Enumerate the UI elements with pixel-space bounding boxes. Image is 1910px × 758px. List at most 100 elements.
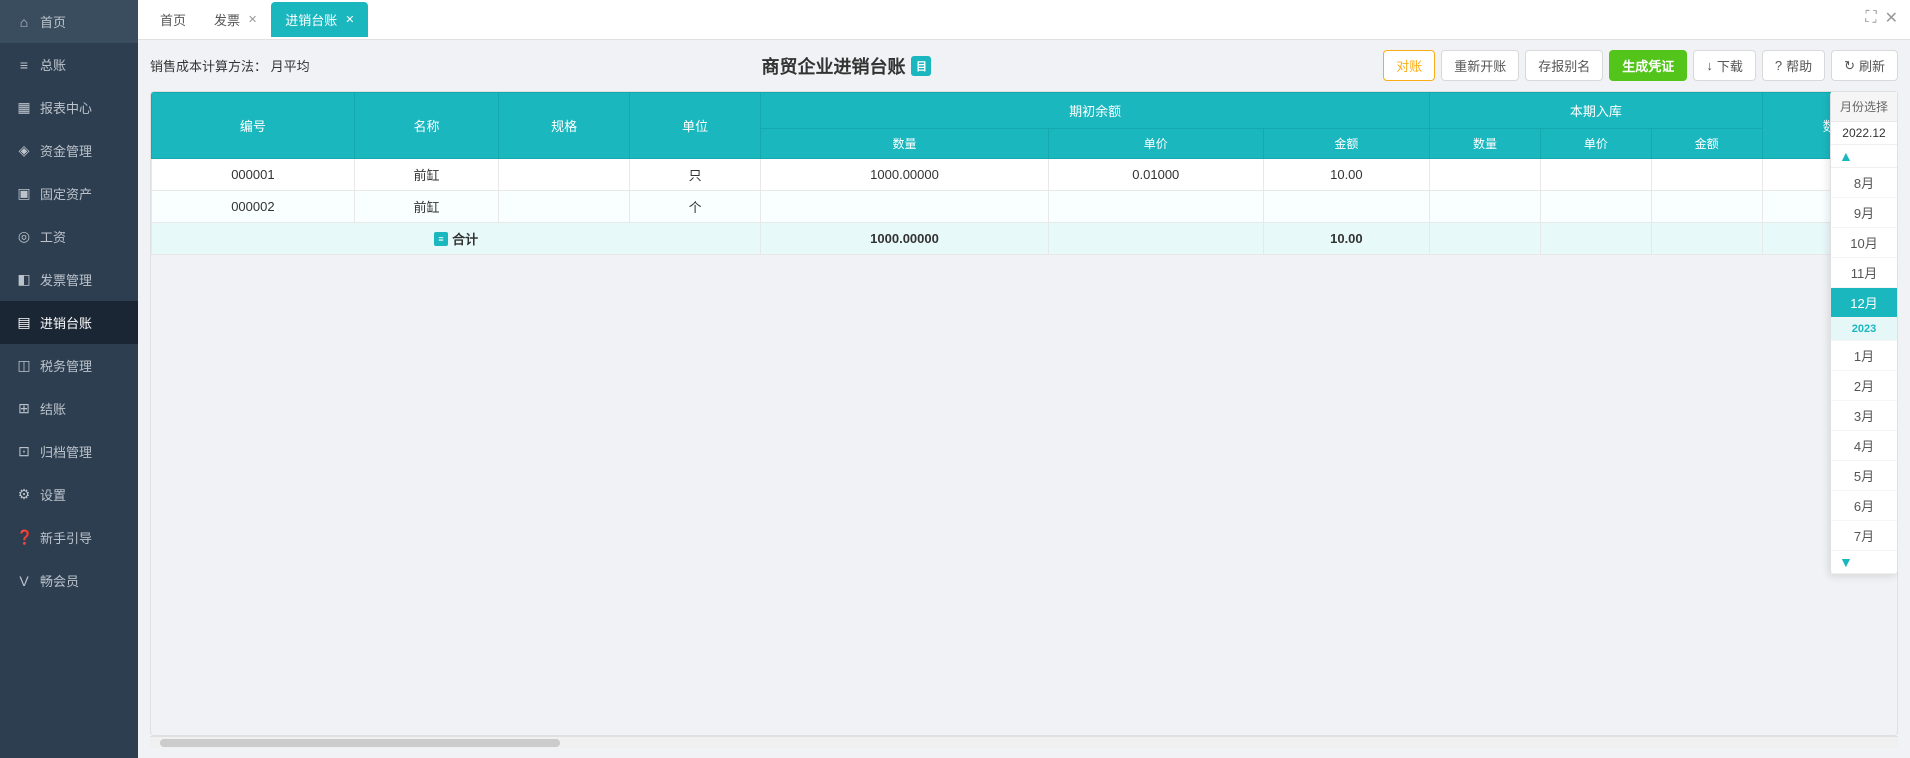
sidebar-item-invoice[interactable]: ◧ 发票管理 bbox=[0, 258, 138, 301]
sidebar-item-guide[interactable]: ❓ 新手引导 bbox=[0, 516, 138, 559]
window-close-button[interactable]: ✕ bbox=[1885, 8, 1898, 28]
total-icon: ≡ bbox=[434, 232, 448, 246]
sidebar: ⌂ 首页 ≡ 总账 ▦ 报表中心 ◈ 资金管理 ▣ 固定资产 ◎ 工资 ◧ 发票… bbox=[0, 0, 138, 758]
col-name: 名称 bbox=[354, 93, 498, 159]
download-label: 下载 bbox=[1717, 56, 1743, 75]
month-nav-down-arrow[interactable]: ▼ bbox=[1837, 553, 1855, 571]
sidebar-item-label: 税务管理 bbox=[40, 356, 92, 375]
sidebar-item-label: 归档管理 bbox=[40, 442, 92, 461]
payroll-icon: ◎ bbox=[16, 228, 32, 245]
month-item-3[interactable]: 3月 bbox=[1831, 401, 1897, 431]
sub-col-in-qty: 数量 bbox=[1430, 129, 1541, 159]
help-icon: ? bbox=[1775, 58, 1782, 73]
sidebar-item-member[interactable]: V 畅会员 bbox=[0, 559, 138, 602]
tab-ledger-label: 进销台账 bbox=[285, 10, 337, 29]
month-item-4[interactable]: 4月 bbox=[1831, 431, 1897, 461]
month-item-9[interactable]: 9月 bbox=[1831, 198, 1897, 228]
refresh-label: 刷新 bbox=[1859, 56, 1885, 75]
tab-invoice-label: 发票 bbox=[214, 10, 240, 29]
data-table: 编号 名称 规格 单位 期初余额 本期入库 数 数量 单价 金额 数 bbox=[151, 92, 1897, 255]
sidebar-item-label: 发票管理 bbox=[40, 270, 92, 289]
sidebar-item-label: 资金管理 bbox=[40, 141, 92, 160]
sidebar-item-fixed-assets[interactable]: ▣ 固定资产 bbox=[0, 172, 138, 215]
horizontal-scrollbar[interactable] bbox=[150, 736, 1898, 748]
reports-icon: ▦ bbox=[16, 99, 32, 116]
month-item-11[interactable]: 11月 bbox=[1831, 258, 1897, 288]
ledger-icon: ≡ bbox=[16, 57, 32, 73]
download-button[interactable]: ↓ 下载 bbox=[1693, 50, 1756, 81]
cell-in-price bbox=[1540, 191, 1651, 223]
cell-open-amount bbox=[1263, 191, 1429, 223]
sidebar-item-settings[interactable]: ⚙ 设置 bbox=[0, 473, 138, 516]
sidebar-item-fund[interactable]: ◈ 资金管理 bbox=[0, 129, 138, 172]
sidebar-item-archive[interactable]: ⊡ 归档管理 bbox=[0, 430, 138, 473]
tab-invoice[interactable]: 发票 ✕ bbox=[200, 2, 271, 37]
sub-col-open-qty: 数量 bbox=[761, 129, 1049, 159]
col-current-in: 本期入库 bbox=[1430, 93, 1763, 129]
refresh-button[interactable]: ↻ 刷新 bbox=[1831, 50, 1898, 81]
total-text: 合计 bbox=[452, 229, 478, 248]
sidebar-item-label: 畅会员 bbox=[40, 571, 79, 590]
top-bar: 销售成本计算方法： 月平均 商贸企业进销台账 目 对账 重新开账 存报别名 生成… bbox=[150, 50, 1898, 81]
closing-icon: ⊞ bbox=[16, 400, 32, 417]
sidebar-item-label: 工资 bbox=[40, 227, 66, 246]
sidebar-item-tax[interactable]: ◫ 税务管理 bbox=[0, 344, 138, 387]
reopen-button[interactable]: 重新开账 bbox=[1441, 50, 1519, 81]
col-unit: 单位 bbox=[630, 93, 761, 159]
archive-icon: ⊡ bbox=[16, 443, 32, 460]
tab-home-label: 首页 bbox=[160, 10, 186, 29]
cell-name: 前缸 bbox=[354, 159, 498, 191]
total-in-price bbox=[1540, 223, 1651, 255]
home-icon: ⌂ bbox=[16, 14, 32, 30]
cost-method-value: 月平均 bbox=[271, 59, 310, 74]
month-item-10[interactable]: 10月 bbox=[1831, 228, 1897, 258]
sidebar-item-label: 新手引导 bbox=[40, 528, 92, 547]
month-item-2[interactable]: 2月 bbox=[1831, 371, 1897, 401]
tab-ledger[interactable]: 进销台账 ✕ bbox=[271, 2, 368, 37]
settings-icon: ⚙ bbox=[16, 486, 32, 503]
window-maximize-button[interactable]: ⛶ bbox=[1865, 9, 1876, 27]
sub-col-in-price: 单价 bbox=[1540, 129, 1651, 159]
month-item-12[interactable]: 12月 bbox=[1831, 288, 1897, 318]
sidebar-item-home[interactable]: ⌂ 首页 bbox=[0, 0, 138, 43]
content-area: 销售成本计算方法： 月平均 商贸企业进销台账 目 对账 重新开账 存报别名 生成… bbox=[138, 40, 1910, 758]
cell-open-qty bbox=[761, 191, 1049, 223]
month-item-1[interactable]: 1月 bbox=[1831, 341, 1897, 371]
cost-method: 销售成本计算方法： 月平均 bbox=[150, 56, 310, 75]
cell-code: 000001 bbox=[152, 159, 355, 191]
sidebar-item-label: 首页 bbox=[40, 12, 66, 31]
tab-invoice-close[interactable]: ✕ bbox=[248, 13, 257, 26]
month-item-7[interactable]: 7月 bbox=[1831, 521, 1897, 551]
help-label: 帮助 bbox=[1786, 56, 1812, 75]
main-content: 首页 发票 ✕ 进销台账 ✕ ⛶ ✕ 销售成本计算方法： 月平均 商贸企业进销台… bbox=[138, 0, 1910, 758]
save-alias-button[interactable]: 存报别名 bbox=[1525, 50, 1603, 81]
tab-home[interactable]: 首页 bbox=[146, 2, 200, 37]
invoice-icon: ◧ bbox=[16, 271, 32, 288]
data-table-wrap: 编号 名称 规格 单位 期初余额 本期入库 数 数量 单价 金额 数 bbox=[150, 91, 1898, 736]
scrollbar-thumb[interactable] bbox=[160, 739, 560, 747]
total-row: ≡ 合计 1000.00000 10.00 bbox=[152, 223, 1897, 255]
total-label-cell: ≡ 合计 bbox=[152, 223, 761, 255]
sidebar-item-label: 固定资产 bbox=[40, 184, 92, 203]
help-button[interactable]: ? 帮助 bbox=[1762, 50, 1825, 81]
tab-ledger-close[interactable]: ✕ bbox=[345, 13, 354, 26]
month-nav-up-arrow[interactable]: ▲ bbox=[1837, 147, 1855, 165]
sidebar-item-closing[interactable]: ⊞ 结账 bbox=[0, 387, 138, 430]
sidebar-item-general-ledger[interactable]: ≡ 总账 bbox=[0, 43, 138, 86]
cell-unit: 个 bbox=[630, 191, 761, 223]
cell-code: 000002 bbox=[152, 191, 355, 223]
sidebar-item-reports[interactable]: ▦ 报表中心 bbox=[0, 86, 138, 129]
month-panel-nav-up: ▲ bbox=[1831, 145, 1897, 168]
month-item-8[interactable]: 8月 bbox=[1831, 168, 1897, 198]
month-item-6[interactable]: 6月 bbox=[1831, 491, 1897, 521]
cell-open-price bbox=[1048, 191, 1263, 223]
col-code: 编号 bbox=[152, 93, 355, 159]
sidebar-item-ledger[interactable]: ▤ 进销台账 bbox=[0, 301, 138, 344]
generate-voucher-button[interactable]: 生成凭证 bbox=[1609, 50, 1687, 81]
cell-open-qty: 1000.00000 bbox=[761, 159, 1049, 191]
cell-spec bbox=[499, 159, 630, 191]
month-item-5[interactable]: 5月 bbox=[1831, 461, 1897, 491]
sub-col-open-price: 单价 bbox=[1048, 129, 1263, 159]
reconcile-button[interactable]: 对账 bbox=[1383, 50, 1435, 81]
sidebar-item-payroll[interactable]: ◎ 工资 bbox=[0, 215, 138, 258]
